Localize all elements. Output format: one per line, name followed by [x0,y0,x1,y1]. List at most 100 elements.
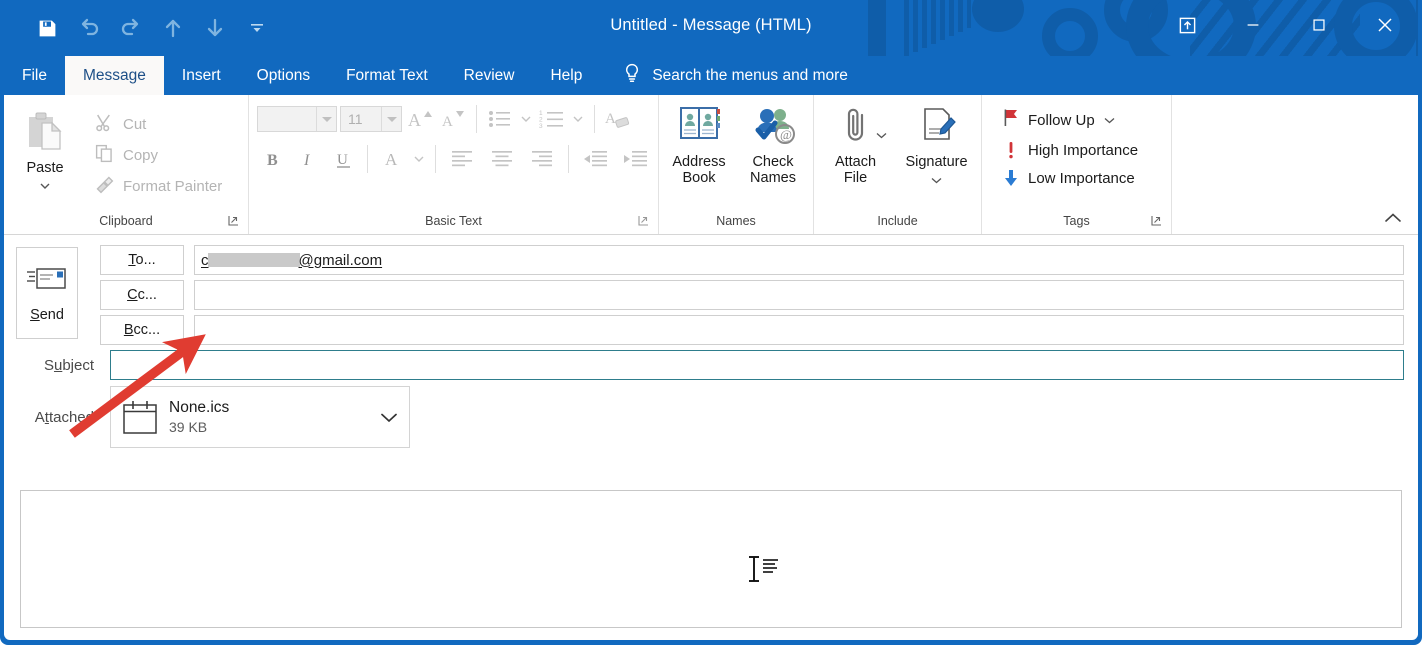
to-button[interactable]: To... [100,245,184,275]
copy-label: Copy [123,147,158,164]
cc-input[interactable] [194,280,1404,310]
align-center-icon[interactable] [483,144,521,174]
shrink-font-icon[interactable]: A [438,104,468,134]
attach-file-label: Attach File [827,155,885,186]
copy-icon [94,143,115,168]
group-label-clipboard: Clipboard [4,208,248,234]
address-book-button[interactable]: Address Book [663,101,735,208]
redaction-block [208,253,300,267]
attachment-item[interactable]: None.ics 39 KB [110,386,410,448]
next-item-icon[interactable] [194,10,236,46]
italic-icon[interactable]: I [292,144,325,174]
tab-file[interactable]: File [4,56,65,95]
attach-file-button[interactable]: Attach File [819,101,893,208]
paste-dropdown-icon[interactable] [38,178,52,196]
minimize-icon[interactable] [1220,0,1286,50]
redo-icon[interactable] [110,10,152,46]
compose-header: Send To... c@gmail.com Cc... Bcc... [4,235,1418,448]
send-label: Send [30,307,64,323]
cc-button[interactable]: Cc... [100,280,184,310]
decorative-bar [931,0,936,44]
search-input[interactable]: Search the menus and more [600,56,862,95]
numbering-icon[interactable]: 123 [537,104,567,134]
font-color-icon[interactable]: A [375,144,408,174]
font-color-dropdown-icon[interactable] [410,144,428,174]
bullets-dropdown-icon[interactable] [518,104,534,134]
font-name-select[interactable] [257,106,337,132]
signature-button[interactable]: Signature [897,101,977,208]
basic-text-dialog-launcher[interactable] [637,214,651,228]
bcc-input[interactable] [194,315,1404,345]
check-names-label: Check Names [745,155,801,186]
bold-icon[interactable]: B [257,144,290,174]
send-button[interactable]: Send [16,247,78,339]
include-label-text: Include [877,214,917,228]
undo-icon[interactable] [68,10,110,46]
customize-qat-icon[interactable] [236,10,278,46]
names-label-text: Names [716,214,756,228]
title-document-type: Message (HTML) [683,16,812,34]
tab-options[interactable]: Options [239,56,328,95]
attached-label: Attached [16,386,100,448]
low-importance-button[interactable]: Low Importance [994,165,1171,191]
decorative-bar [967,0,971,28]
attach-file-dropdown-icon[interactable] [875,127,888,145]
signature-icon [915,105,959,152]
group-label-include: Include [814,208,981,234]
tags-dialog-launcher[interactable] [1150,214,1164,228]
follow-up-label: Follow Up [1028,112,1095,129]
svg-text:3: 3 [539,123,543,129]
increase-indent-icon[interactable] [616,144,654,174]
follow-up-dropdown-icon[interactable] [1103,112,1116,129]
bullets-icon[interactable] [485,104,515,134]
attachment-filesize: 39 KB [169,418,369,436]
paintbrush-icon [94,174,115,199]
tab-format-text[interactable]: Format Text [328,56,446,95]
subject-input[interactable] [110,350,1404,380]
decorative-bar [868,0,886,56]
window-inner: Untitled-Message (HTML) [4,0,1418,640]
signature-dropdown-icon[interactable] [930,172,943,190]
calendar-icon [111,397,169,437]
group-label-names: Names [659,208,813,234]
collapse-ribbon-icon[interactable] [1380,207,1406,229]
save-icon[interactable] [26,10,68,46]
check-names-button[interactable]: @ Check Names [737,101,809,208]
tab-insert[interactable]: Insert [164,56,239,95]
to-input[interactable]: c@gmail.com [194,245,1404,275]
grow-font-icon[interactable]: A [405,104,435,134]
signature-label: Signature [905,155,967,171]
decorative-bar [949,0,954,36]
tab-message[interactable]: Message [65,56,164,95]
subject-label: Subject [16,350,100,380]
attachment-meta: None.ics 39 KB [169,398,369,436]
cut-label: Cut [123,116,146,133]
clipboard-dialog-launcher[interactable] [227,214,241,228]
align-left-icon[interactable] [443,144,481,174]
group-label-basic-text: Basic Text [249,208,658,234]
svg-text:U: U [337,152,348,168]
underline-icon[interactable]: U [327,144,360,174]
maximize-icon[interactable] [1286,0,1352,50]
font-size-select[interactable]: 11 [340,106,402,132]
align-right-icon[interactable] [523,144,561,174]
decorative-ring [1042,8,1098,56]
tags-label-text: Tags [1063,214,1089,228]
paste-button[interactable]: Paste [4,101,86,208]
previous-item-icon[interactable] [152,10,194,46]
ribbon-display-options-icon[interactable] [1154,0,1220,50]
numbering-dropdown-icon[interactable] [570,104,586,134]
follow-up-button[interactable]: Follow Up [994,105,1171,135]
tab-review[interactable]: Review [446,56,533,95]
tab-help[interactable]: Help [532,56,600,95]
bcc-row: Bcc... [100,315,1404,345]
decrease-indent-icon[interactable] [576,144,614,174]
bcc-button[interactable]: Bcc... [100,315,184,345]
high-importance-button[interactable]: High Importance [994,137,1171,163]
to-row: To... c@gmail.com [100,245,1404,275]
close-icon[interactable] [1352,0,1418,50]
message-body-input[interactable] [20,490,1402,628]
attachment-dropdown-icon[interactable] [369,411,409,424]
low-importance-label: Low Importance [1028,170,1135,187]
clear-formatting-icon[interactable]: A [603,104,633,134]
